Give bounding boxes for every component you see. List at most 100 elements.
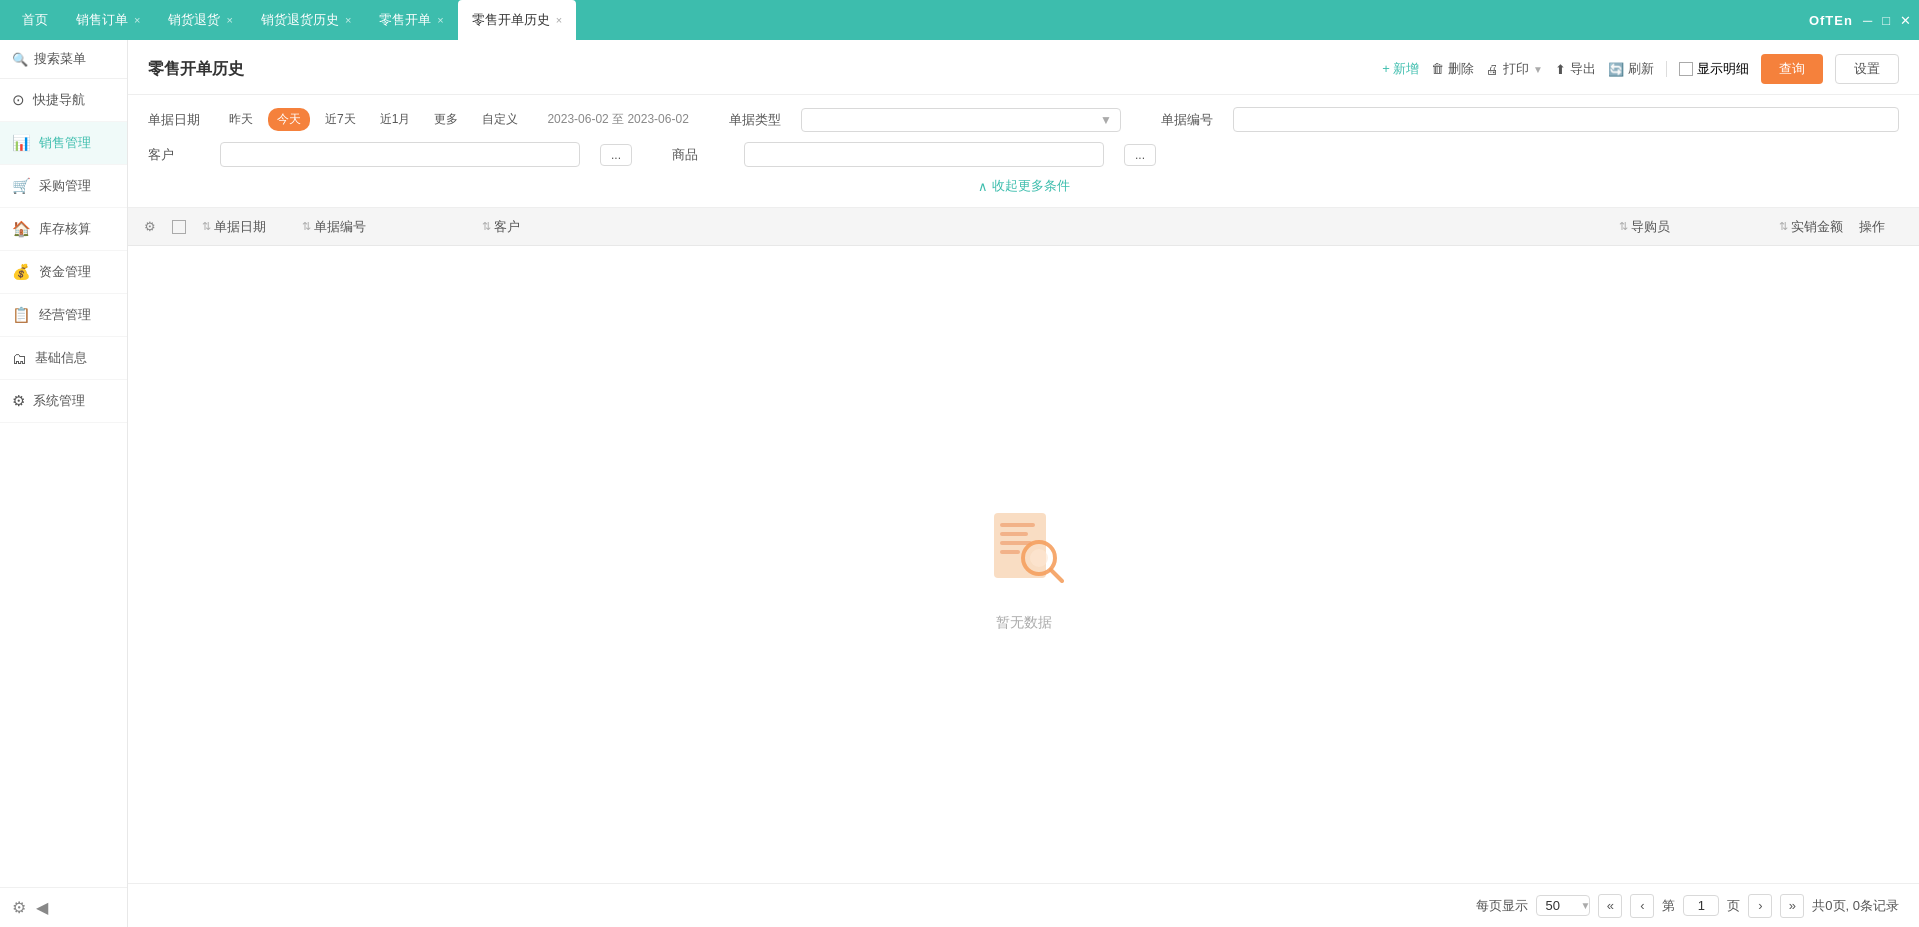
col-amount[interactable]: ⇅ 实销金额 — [1731, 218, 1851, 236]
main-layout: 🔍 搜索菜单 ⊙ 快捷导航 📊 销售管理 🛒 采购管理 🏠 库存核算 💰 资金管… — [0, 40, 1919, 927]
customer-label: 客户 — [148, 146, 204, 164]
page-label: 页 — [1727, 897, 1740, 915]
svg-rect-1 — [1000, 523, 1035, 527]
sidebar-collapse-icon[interactable]: ◀ — [36, 898, 48, 917]
tab-retail-open-close[interactable]: × — [437, 14, 443, 26]
sidebar-item-quick-nav-label: 快捷导航 — [33, 91, 85, 109]
date-btn-1month[interactable]: 近1月 — [371, 108, 420, 131]
col-guide[interactable]: ⇅ 导购员 — [1611, 218, 1731, 236]
maximize-btn[interactable]: □ — [1882, 13, 1890, 28]
svg-rect-3 — [1000, 541, 1032, 545]
date-btn-custom[interactable]: 自定义 — [473, 108, 527, 131]
collapse-button[interactable]: ∧ 收起更多条件 — [978, 177, 1070, 195]
product-input[interactable] — [744, 142, 1104, 167]
prev-page-button[interactable]: ‹ — [1630, 894, 1654, 918]
page-text: 第 — [1662, 897, 1675, 915]
sidebar-item-sales[interactable]: 📊 销售管理 — [0, 122, 127, 165]
brand-label: OfTEn — [1809, 13, 1853, 28]
empty-text: 暂无数据 — [996, 614, 1052, 632]
col-billno[interactable]: ⇅ 单据编号 — [294, 218, 474, 236]
tab-home[interactable]: 首页 — [8, 0, 62, 40]
product-ellipsis-btn[interactable]: ... — [1124, 144, 1156, 166]
col-customer[interactable]: ⇅ 客户 — [474, 218, 1611, 236]
bill-no-label: 单据编号 — [1161, 111, 1217, 129]
sidebar-item-purchase[interactable]: 🛒 采购管理 — [0, 165, 127, 208]
tab-retail-history-label: 零售开单历史 — [472, 11, 550, 29]
purchase-icon: 🛒 — [12, 177, 31, 195]
sidebar-search[interactable]: 🔍 搜索菜单 — [0, 40, 127, 79]
filter-dates: 昨天 今天 近7天 近1月 更多 自定义 — [220, 108, 527, 131]
tab-sales-return[interactable]: 销货退货 × — [154, 0, 246, 40]
date-label: 单据日期 — [148, 111, 204, 129]
tab-return-history-label: 销货退货历史 — [261, 11, 339, 29]
tab-sales-return-close[interactable]: × — [226, 14, 232, 26]
sales-icon: 📊 — [12, 134, 31, 152]
refresh-button[interactable]: 🔄 刷新 — [1608, 60, 1654, 78]
window-controls: OfTEn ─ □ ✕ — [1809, 13, 1911, 28]
svg-line-6 — [1051, 570, 1062, 581]
add-button[interactable]: + 新增 — [1382, 60, 1419, 78]
col-customer-label: 客户 — [494, 218, 520, 236]
sidebar-item-inventory[interactable]: 🏠 库存核算 — [0, 208, 127, 251]
next-page-button[interactable]: › — [1748, 894, 1772, 918]
tab-return-history[interactable]: 销货退货历史 × — [247, 0, 365, 40]
sidebar-search-label: 搜索菜单 — [34, 50, 86, 68]
basic-icon: 🗂 — [12, 350, 27, 367]
sidebar-item-basic-label: 基础信息 — [35, 349, 87, 367]
sidebar-item-finance[interactable]: 💰 资金管理 — [0, 251, 127, 294]
sidebar-item-basic[interactable]: 🗂 基础信息 — [0, 337, 127, 380]
delete-button[interactable]: 🗑 删除 — [1431, 60, 1474, 78]
operations-icon: 📋 — [12, 306, 31, 324]
tab-sales-order[interactable]: 销售订单 × — [62, 0, 154, 40]
tab-sales-order-label: 销售订单 — [76, 11, 128, 29]
tab-retail-history-close[interactable]: × — [556, 14, 562, 26]
first-page-button[interactable]: « — [1598, 894, 1622, 918]
display-cols-checkbox-box[interactable] — [1679, 62, 1693, 76]
column-settings-icon[interactable]: ⚙ — [136, 219, 164, 234]
bill-type-select[interactable]: ▼ — [801, 108, 1121, 132]
print-arrow-icon: ▼ — [1533, 64, 1543, 75]
customer-ellipsis-btn[interactable]: ... — [600, 144, 632, 166]
bill-no-input[interactable] — [1233, 107, 1899, 132]
display-cols-checkbox[interactable]: 显示明细 — [1679, 60, 1749, 78]
print-icon: 🖨 — [1486, 62, 1499, 77]
tab-retail-history[interactable]: 零售开单历史 × — [458, 0, 576, 40]
sidebar-bottom: ⚙ ◀ — [0, 887, 127, 927]
customer-input[interactable] — [220, 142, 580, 167]
close-btn[interactable]: ✕ — [1900, 13, 1911, 28]
date-btn-yesterday[interactable]: 昨天 — [220, 108, 262, 131]
settings-button[interactable]: 设置 — [1835, 54, 1899, 84]
collapse-up-icon: ∧ — [978, 179, 988, 194]
date-btn-7days[interactable]: 近7天 — [316, 108, 365, 131]
minimize-btn[interactable]: ─ — [1863, 13, 1872, 28]
last-page-button[interactable]: » — [1780, 894, 1804, 918]
select-all-box[interactable] — [172, 220, 186, 234]
export-button[interactable]: ⬆ 导出 — [1555, 60, 1596, 78]
sidebar-item-operations-label: 经营管理 — [39, 306, 91, 324]
svg-rect-2 — [1000, 532, 1028, 536]
date-btn-today[interactable]: 今天 — [268, 108, 310, 131]
tab-sales-order-close[interactable]: × — [134, 14, 140, 26]
per-page-select[interactable]: 50 10 20 100 — [1536, 895, 1590, 916]
prev-page-icon: ‹ — [1640, 898, 1644, 913]
collapse-label: 收起更多条件 — [992, 177, 1070, 195]
print-button[interactable]: 🖨 打印 ▼ — [1486, 60, 1543, 78]
col-guide-sort-icon: ⇅ — [1619, 220, 1628, 233]
tab-return-history-close[interactable]: × — [345, 14, 351, 26]
date-btn-more[interactable]: 更多 — [425, 108, 467, 131]
col-amount-sort-icon: ⇅ — [1779, 220, 1788, 233]
sidebar-item-system[interactable]: ⚙ 系统管理 — [0, 380, 127, 423]
select-all-checkbox[interactable] — [164, 220, 194, 234]
collapse-row: ∧ 收起更多条件 — [148, 177, 1899, 195]
query-button[interactable]: 查询 — [1761, 54, 1823, 84]
tab-retail-open[interactable]: 零售开单 × — [365, 0, 457, 40]
page-number-input[interactable] — [1683, 895, 1719, 916]
svg-rect-4 — [1000, 550, 1020, 554]
page-header: 零售开单历史 + 新增 🗑 删除 🖨 打印 ▼ ⬆ 导出 🔄 刷新 — [128, 40, 1919, 95]
col-date[interactable]: ⇅ 单据日期 — [194, 218, 294, 236]
sidebar-settings-icon[interactable]: ⚙ — [12, 898, 26, 917]
display-cols-label: 显示明细 — [1697, 60, 1749, 78]
sidebar-item-operations[interactable]: 📋 经营管理 — [0, 294, 127, 337]
sidebar-item-quick-nav[interactable]: ⊙ 快捷导航 — [0, 79, 127, 122]
svg-point-7 — [1030, 549, 1048, 567]
